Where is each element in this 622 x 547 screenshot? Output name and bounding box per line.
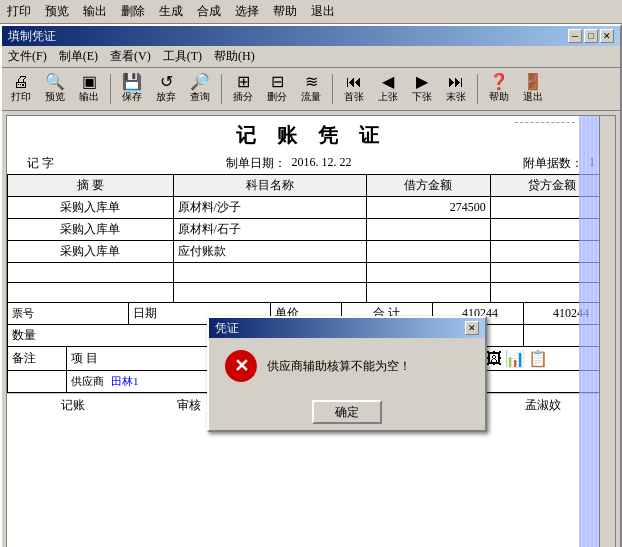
menu-delete[interactable]: 删除 xyxy=(118,2,148,21)
btn-preview[interactable]: 🔍 预览 xyxy=(40,71,70,107)
main-window: 填制凭证 ─ □ ✕ 文件(F) 制单(E) 查看(V) 工具(T) 帮助(H)… xyxy=(0,24,622,547)
error-dialog: 凭证 ✕ ✕ 供应商辅助核算不能为空！ 确定 xyxy=(207,316,487,432)
first-icon: ⏮ xyxy=(346,74,362,90)
btn-flow[interactable]: ≋ 流量 xyxy=(296,71,326,107)
btn-last[interactable]: ⏭ 末张 xyxy=(441,71,471,107)
next-icon: ▶ xyxy=(416,74,428,90)
btn-prev[interactable]: ◀ 上张 xyxy=(373,71,403,107)
toolbar-sep-4 xyxy=(477,74,478,104)
error-icon: ✕ xyxy=(225,350,257,382)
preview-icon: 🔍 xyxy=(45,74,65,90)
menu-helpw[interactable]: 帮助(H) xyxy=(212,47,257,66)
menu-generate[interactable]: 生成 xyxy=(156,2,186,21)
toolbar-sep-3 xyxy=(332,74,333,104)
btn-query[interactable]: 🔎 查询 xyxy=(185,71,215,107)
toolbar: 🖨 打印 🔍 预览 ▣ 输出 💾 保存 ↺ 放弃 🔎 查询 ⊞ 插分 xyxy=(2,68,620,111)
dialog-close-button[interactable]: ✕ xyxy=(465,321,479,335)
top-menu-bar: 打印 预览 输出 删除 生成 合成 选择 帮助 退出 xyxy=(0,0,622,24)
window-menu: 文件(F) 制单(E) 查看(V) 工具(T) 帮助(H) xyxy=(2,46,620,68)
menu-help[interactable]: 帮助 xyxy=(270,2,300,21)
menu-combine[interactable]: 合成 xyxy=(194,2,224,21)
menu-file[interactable]: 文件(F) xyxy=(6,47,49,66)
btn-save[interactable]: 💾 保存 xyxy=(117,71,147,107)
dialog-body: ✕ 供应商辅助核算不能为空！ xyxy=(209,338,485,394)
last-icon: ⏭ xyxy=(448,74,464,90)
output-icon: ▣ xyxy=(82,74,97,90)
menu-exit[interactable]: 退出 xyxy=(308,2,338,21)
window-title-bar: 填制凭证 ─ □ ✕ xyxy=(2,26,620,46)
menu-preview[interactable]: 预览 xyxy=(42,2,72,21)
menu-zhidan[interactable]: 制单(E) xyxy=(57,47,100,66)
flow-icon: ≋ xyxy=(305,74,318,90)
help-icon: ❓ xyxy=(489,74,509,90)
dialog-title-bar: 凭证 ✕ xyxy=(209,318,485,338)
insert-icon: ⊞ xyxy=(237,74,250,90)
dialog-title-text: 凭证 xyxy=(215,320,239,337)
window-title: 填制凭证 xyxy=(8,28,56,45)
btn-prev-label: 上张 xyxy=(378,90,398,104)
btn-last-label: 末张 xyxy=(446,90,466,104)
dialog-message: 供应商辅助核算不能为空！ xyxy=(267,357,411,375)
dialog-footer: 确定 xyxy=(209,394,485,430)
btn-discard[interactable]: ↺ 放弃 xyxy=(151,71,181,107)
document-content: 记 账 凭 证 记 字 制单日期： 2016. 12. 22 附单据数： 1 摘… xyxy=(6,115,616,547)
menu-output[interactable]: 输出 xyxy=(80,2,110,21)
minimize-button[interactable]: ─ xyxy=(568,29,582,43)
btn-quit-label: 退出 xyxy=(523,90,543,104)
menu-view[interactable]: 查看(V) xyxy=(108,47,153,66)
dialog-ok-button[interactable]: 确定 xyxy=(312,400,382,424)
toolbar-sep-2 xyxy=(221,74,222,104)
menu-select[interactable]: 选择 xyxy=(232,2,262,21)
btn-flow-label: 流量 xyxy=(301,90,321,104)
delrow-icon: ⊟ xyxy=(271,74,284,90)
btn-print[interactable]: 🖨 打印 xyxy=(6,71,36,107)
btn-first[interactable]: ⏮ 首张 xyxy=(339,71,369,107)
save-icon: 💾 xyxy=(122,74,142,90)
btn-first-label: 首张 xyxy=(344,90,364,104)
btn-help[interactable]: ❓ 帮助 xyxy=(484,71,514,107)
btn-delrow[interactable]: ⊟ 删分 xyxy=(262,71,292,107)
btn-insert-label: 插分 xyxy=(233,90,253,104)
btn-help-label: 帮助 xyxy=(489,90,509,104)
close-button[interactable]: ✕ xyxy=(600,29,614,43)
title-bar-buttons: ─ □ ✕ xyxy=(568,29,614,43)
menu-tools[interactable]: 工具(T) xyxy=(161,47,204,66)
btn-discard-label: 放弃 xyxy=(156,90,176,104)
quit-icon: 🚪 xyxy=(523,74,543,90)
maximize-button[interactable]: □ xyxy=(584,29,598,43)
btn-print-label: 打印 xyxy=(11,90,31,104)
btn-delrow-label: 删分 xyxy=(267,90,287,104)
btn-output[interactable]: ▣ 输出 xyxy=(74,71,104,107)
btn-next[interactable]: ▶ 下张 xyxy=(407,71,437,107)
btn-query-label: 查询 xyxy=(190,90,210,104)
btn-insert[interactable]: ⊞ 插分 xyxy=(228,71,258,107)
btn-output-label: 输出 xyxy=(79,90,99,104)
toolbar-sep-1 xyxy=(110,74,111,104)
btn-quit[interactable]: 🚪 退出 xyxy=(518,71,548,107)
btn-save-label: 保存 xyxy=(122,90,142,104)
query-icon: 🔎 xyxy=(190,74,210,90)
prev-icon: ◀ xyxy=(382,74,394,90)
menu-print[interactable]: 打印 xyxy=(4,2,34,21)
btn-preview-label: 预览 xyxy=(45,90,65,104)
print-icon: 🖨 xyxy=(13,74,29,90)
discard-icon: ↺ xyxy=(160,74,173,90)
modal-overlay: 凭证 ✕ ✕ 供应商辅助核算不能为空！ 确定 xyxy=(7,116,615,547)
btn-next-label: 下张 xyxy=(412,90,432,104)
